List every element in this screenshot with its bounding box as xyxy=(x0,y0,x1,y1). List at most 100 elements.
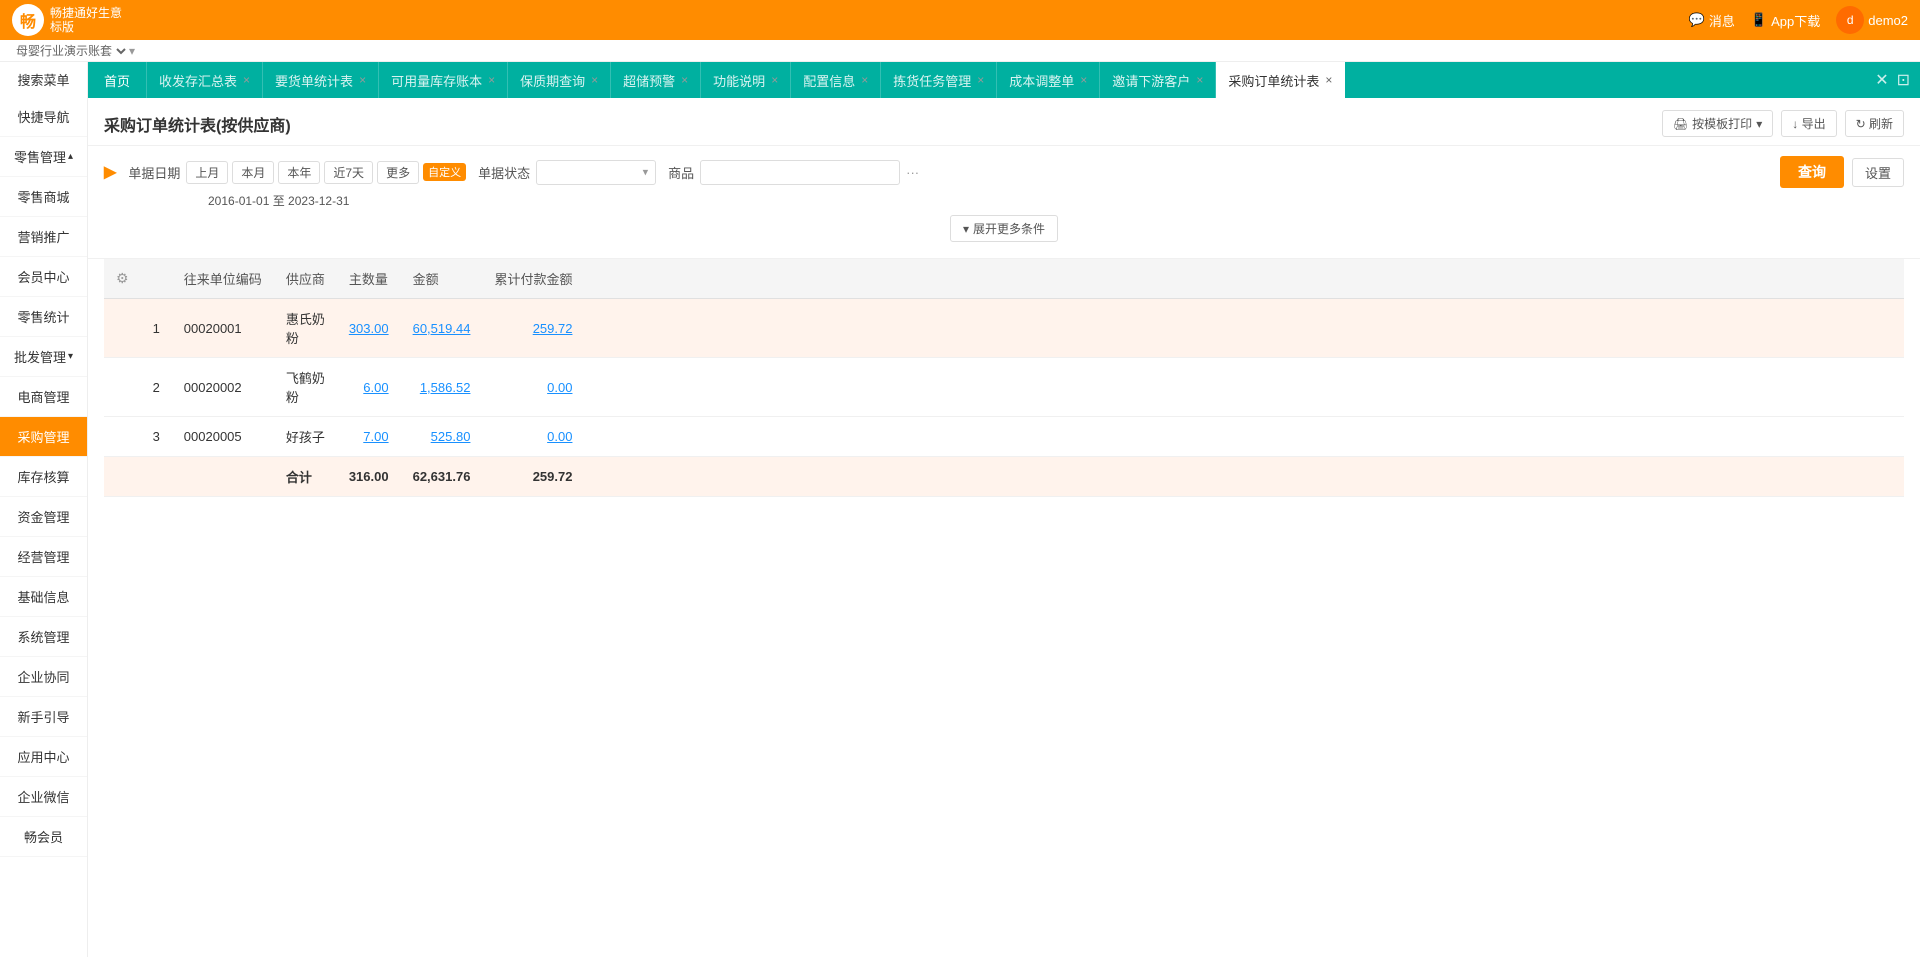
messages-btn[interactable]: 💬 消息 xyxy=(1689,11,1735,30)
date-btn-more[interactable]: 更多 xyxy=(377,161,419,184)
sidebar-search-item[interactable]: 搜索菜单 xyxy=(0,62,87,97)
date-btn-this-month[interactable]: 本月 xyxy=(232,161,274,184)
tab-goods-stats[interactable]: 要货单统计表 × xyxy=(263,62,379,98)
table-row: 3 00020005 好孩子 7.00 525.80 0.00 xyxy=(104,417,1904,457)
tab-overstock-warning[interactable]: 超储预警 × xyxy=(611,62,701,98)
query-button[interactable]: 查询 xyxy=(1780,156,1844,188)
date-btn-7days[interactable]: 近7天 xyxy=(324,161,373,184)
sidebar-item-inventory-check[interactable]: 库存核算 xyxy=(0,457,87,497)
goods-filter-input[interactable] xyxy=(700,160,900,185)
sidebar-item-enterprise-collab[interactable]: 企业协同 xyxy=(0,657,87,697)
tab-available-stock[interactable]: 可用量库存账本 × xyxy=(379,62,508,98)
export-icon: ↓ xyxy=(1792,117,1798,131)
sidebar: 搜索菜单 快捷导航 零售管理 ▴ 零售商城 营销推广 会员中心 零售统计 批发管… xyxy=(0,62,88,957)
tab-close-cost-adjust[interactable]: × xyxy=(1080,73,1087,87)
paid-link-3[interactable]: 0.00 xyxy=(547,429,572,444)
tab-fullscreen-btn[interactable]: ⊡ xyxy=(1895,68,1912,92)
app-download-btn[interactable]: 📱 App下载 xyxy=(1751,11,1820,30)
sidebar-item-member[interactable]: 畅会员 xyxy=(0,817,87,857)
page-header: 采购订单统计表(按供应商) 🖨 按模板打印 ▾ ↓ 导出 ↻ 刷新 xyxy=(88,98,1920,146)
tab-close-config-info[interactable]: × xyxy=(861,73,868,87)
refresh-button[interactable]: ↻ 刷新 xyxy=(1845,110,1904,137)
tab-cost-adjust[interactable]: 成本调整单 × xyxy=(997,62,1100,98)
logo-text: 畅捷通好生意 标版 xyxy=(50,6,122,35)
tab-close-function-desc[interactable]: × xyxy=(771,73,778,87)
tab-close-collect-pay[interactable]: × xyxy=(243,73,250,87)
download-icon: 📱 xyxy=(1751,12,1767,28)
breadcrumb-bar: 母婴行业演示账套 ▾ xyxy=(0,40,1920,62)
date-btn-last-month[interactable]: 上月 xyxy=(186,161,228,184)
amount-link-1[interactable]: 60,519.44 xyxy=(413,321,471,336)
tab-picking-task[interactable]: 拣货任务管理 × xyxy=(881,62,997,98)
tab-close-warranty[interactable]: × xyxy=(591,73,598,87)
quantity-link-1[interactable]: 303.00 xyxy=(349,321,389,336)
sidebar-item-quick-nav[interactable]: 快捷导航 xyxy=(0,97,87,137)
filter-expand-icon[interactable]: ▶ xyxy=(104,162,116,182)
th-settings: ⚙ xyxy=(104,259,141,299)
tf-quantity: 316.00 xyxy=(337,457,401,497)
sidebar-item-ecommerce-mgmt[interactable]: 电商管理 xyxy=(0,377,87,417)
settings-button[interactable]: 设置 xyxy=(1852,158,1904,187)
sidebar-item-enterprise-wechat[interactable]: 企业微信 xyxy=(0,777,87,817)
column-settings-icon[interactable]: ⚙ xyxy=(116,270,129,286)
tab-collect-pay[interactable]: 收发存汇总表 × xyxy=(147,62,263,98)
td-supplier-code-3: 00020005 xyxy=(172,417,274,457)
status-filter-group: 单据状态 xyxy=(478,160,656,185)
tab-close-invite-downstream[interactable]: × xyxy=(1196,73,1203,87)
td-paid-2: 0.00 xyxy=(482,358,584,417)
filter-row-1: ▶ 单据日期 上月 本月 本年 近7天 更多 自定义 xyxy=(104,156,1904,188)
date-btn-this-year[interactable]: 本年 xyxy=(278,161,320,184)
tf-index xyxy=(141,457,172,497)
user-menu[interactable]: d demo2 xyxy=(1836,6,1908,34)
tf-paid: 259.72 xyxy=(482,457,584,497)
td-index-1: 1 xyxy=(141,299,172,358)
sidebar-item-purchase-mgmt[interactable]: 采购管理 xyxy=(0,417,87,457)
filter-expand-button[interactable]: ▾ 展开更多条件 xyxy=(950,215,1058,242)
amount-link-2[interactable]: 1,586.52 xyxy=(420,380,471,395)
table-row: 1 00020001 惠氏奶粉 303.00 60,519.44 259.72 xyxy=(104,299,1904,358)
tab-warranty[interactable]: 保质期查询 × xyxy=(508,62,611,98)
amount-link-3[interactable]: 525.80 xyxy=(431,429,471,444)
date-filter-group: 单据日期 上月 本月 本年 近7天 更多 自定义 xyxy=(128,161,466,184)
sidebar-item-member-center[interactable]: 会员中心 xyxy=(0,257,87,297)
tab-invite-downstream[interactable]: 邀请下游客户 × xyxy=(1100,62,1216,98)
export-button[interactable]: ↓ 导出 xyxy=(1781,110,1836,137)
tab-close-goods-stats[interactable]: × xyxy=(359,73,366,87)
td-settings-3 xyxy=(104,417,141,457)
quantity-link-3[interactable]: 7.00 xyxy=(363,429,388,444)
status-select[interactable] xyxy=(536,160,656,185)
tab-home[interactable]: 首页 xyxy=(88,62,147,98)
goods-filter-group: 商品 ··· xyxy=(668,160,919,185)
th-quantity: 主数量 xyxy=(337,259,401,299)
tab-close-picking-task[interactable]: × xyxy=(977,73,984,87)
th-index xyxy=(141,259,172,299)
td-supplier-code-2: 00020002 xyxy=(172,358,274,417)
sidebar-item-operation-mgmt[interactable]: 经营管理 xyxy=(0,537,87,577)
tab-close-all-btn[interactable]: ✕ xyxy=(1873,68,1890,92)
sidebar-item-marketing[interactable]: 营销推广 xyxy=(0,217,87,257)
sidebar-item-wholesale-mgmt[interactable]: 批发管理 ▾ xyxy=(0,337,87,377)
sidebar-item-app-center[interactable]: 应用中心 xyxy=(0,737,87,777)
sidebar-item-retail-mall[interactable]: 零售商城 xyxy=(0,177,87,217)
sidebar-item-new-guide[interactable]: 新手引导 xyxy=(0,697,87,737)
sidebar-item-finance-mgmt[interactable]: 资金管理 xyxy=(0,497,87,537)
message-icon: 💬 xyxy=(1689,12,1705,28)
goods-filter-more-icon[interactable]: ··· xyxy=(906,165,919,180)
tab-close-overstock-warning[interactable]: × xyxy=(681,73,688,87)
paid-link-2[interactable]: 0.00 xyxy=(547,380,572,395)
template-print-button[interactable]: 🖨 按模板打印 ▾ xyxy=(1662,110,1773,137)
sidebar-item-retail-management[interactable]: 零售管理 ▴ xyxy=(0,137,87,177)
tab-function-desc[interactable]: 功能说明 × xyxy=(701,62,791,98)
tab-purchase-stats[interactable]: 采购订单统计表 × xyxy=(1216,62,1345,98)
tab-close-purchase-stats[interactable]: × xyxy=(1325,73,1332,87)
tf-amount: 62,631.76 xyxy=(401,457,483,497)
paid-link-1[interactable]: 259.72 xyxy=(533,321,573,336)
tab-close-available-stock[interactable]: × xyxy=(488,73,495,87)
quantity-link-2[interactable]: 6.00 xyxy=(363,380,388,395)
sidebar-item-system-mgmt[interactable]: 系统管理 xyxy=(0,617,87,657)
breadcrumb-select[interactable]: 母婴行业演示账套 xyxy=(12,43,129,59)
sidebar-item-basic-info[interactable]: 基础信息 xyxy=(0,577,87,617)
page-title: 采购订单统计表(按供应商) xyxy=(104,112,291,136)
sidebar-item-retail-stats[interactable]: 零售统计 xyxy=(0,297,87,337)
tab-config-info[interactable]: 配置信息 × xyxy=(791,62,881,98)
